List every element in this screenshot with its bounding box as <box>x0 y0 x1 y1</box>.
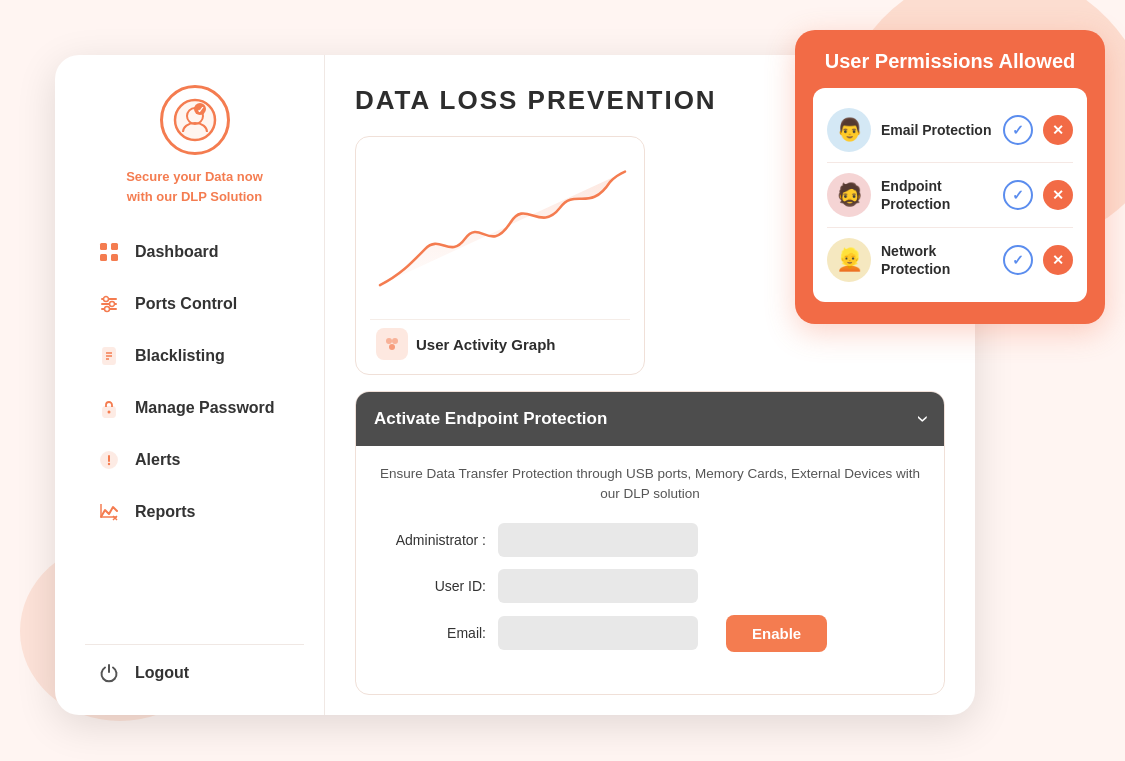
svg-point-28 <box>392 338 398 344</box>
sidebar-item-reports[interactable]: Reports <box>85 490 304 534</box>
avatar-network: 👱 <box>827 238 871 282</box>
svg-rect-7 <box>111 254 118 261</box>
endpoint-header-title: Activate Endpoint Protection <box>374 409 607 429</box>
endpoint-body: Ensure Data Transfer Protection through … <box>356 446 944 682</box>
lock-icon <box>97 396 121 420</box>
email-row: Email: Enable <box>376 615 924 652</box>
email-input[interactable] <box>498 616 698 650</box>
cross-network[interactable]: ✕ <box>1043 245 1073 275</box>
check-network[interactable]: ✓ <box>1003 245 1033 275</box>
graph-footer: User Activity Graph <box>370 319 630 364</box>
svg-rect-5 <box>111 243 118 250</box>
permission-row-network: 👱 Network Protection ✓ ✕ <box>827 228 1073 292</box>
perm-name-endpoint: Endpoint Protection <box>881 177 993 213</box>
sidebar-item-dashboard[interactable]: Dashboard <box>85 230 304 274</box>
user-id-row: User ID: <box>376 569 924 603</box>
check-endpoint[interactable]: ✓ <box>1003 180 1033 210</box>
graph-label: User Activity Graph <box>416 336 556 353</box>
endpoint-description: Ensure Data Transfer Protection through … <box>376 464 924 505</box>
sidebar-item-blacklisting[interactable]: Blacklisting <box>85 334 304 378</box>
perm-name-network: Network Protection <box>881 242 993 278</box>
administrator-label: Administrator : <box>376 532 486 548</box>
cross-email[interactable]: ✕ <box>1043 115 1073 145</box>
svg-point-11 <box>104 297 109 302</box>
sidebar-item-alerts[interactable]: Alerts <box>85 438 304 482</box>
user-id-label: User ID: <box>376 578 486 594</box>
avatar-endpoint: 🧔 <box>827 173 871 217</box>
logout-label: Logout <box>135 664 189 682</box>
chevron-down-icon: › <box>909 415 935 422</box>
sidebar-item-label-ports: Ports Control <box>135 295 237 313</box>
sidebar-item-label-alerts: Alerts <box>135 451 180 469</box>
svg-point-22 <box>108 463 110 465</box>
alert-icon <box>97 448 121 472</box>
graph-footer-icon <box>376 328 408 360</box>
sidebar-item-label-dashboard: Dashboard <box>135 243 219 261</box>
avatar-email: 👨 <box>827 108 871 152</box>
file-icon <box>97 344 121 368</box>
email-label: Email: <box>376 625 486 641</box>
sidebar-item-label-manage-password: Manage Password <box>135 399 275 417</box>
permission-row-email: 👨 Email Protection ✓ ✕ <box>827 98 1073 163</box>
sidebar: ✓ Secure your Data now with our DLP Solu… <box>55 55 325 715</box>
logo-icon: ✓ <box>160 85 230 155</box>
user-id-input[interactable] <box>498 569 698 603</box>
administrator-row: Administrator : <box>376 523 924 557</box>
chart-icon <box>97 500 121 524</box>
permissions-card: User Permissions Allowed 👨 Email Protect… <box>795 30 1105 324</box>
check-email[interactable]: ✓ <box>1003 115 1033 145</box>
svg-point-19 <box>108 411 111 414</box>
endpoint-header[interactable]: Activate Endpoint Protection › <box>356 392 944 446</box>
sidebar-item-ports[interactable]: Ports Control <box>85 282 304 326</box>
enable-button[interactable]: Enable <box>726 615 827 652</box>
graph-area <box>370 151 630 311</box>
permissions-title: User Permissions Allowed <box>813 48 1087 74</box>
permissions-inner: 👨 Email Protection ✓ ✕ 🧔 Endpoint Protec… <box>813 88 1087 302</box>
permission-row-endpoint: 🧔 Endpoint Protection ✓ ✕ <box>827 163 1073 228</box>
svg-point-13 <box>105 307 110 312</box>
logout-button[interactable]: Logout <box>85 644 304 695</box>
sliders-icon <box>97 292 121 316</box>
sidebar-item-manage-password[interactable]: Manage Password <box>85 386 304 430</box>
cross-endpoint[interactable]: ✕ <box>1043 180 1073 210</box>
svg-text:✓: ✓ <box>197 105 205 115</box>
svg-point-12 <box>110 302 115 307</box>
logo-text: Secure your Data now with our DLP Soluti… <box>126 167 263 206</box>
svg-rect-6 <box>100 254 107 261</box>
endpoint-card: Activate Endpoint Protection › Ensure Da… <box>355 391 945 695</box>
sidebar-item-label-blacklisting: Blacklisting <box>135 347 225 365</box>
nav-items: Dashboard Ports Control <box>85 230 304 636</box>
grid-icon <box>97 240 121 264</box>
logo-area: ✓ Secure your Data now with our DLP Solu… <box>85 85 304 206</box>
svg-point-27 <box>386 338 392 344</box>
graph-card: User Activity Graph <box>355 136 645 375</box>
perm-name-email: Email Protection <box>881 121 993 139</box>
power-icon <box>97 661 121 685</box>
svg-rect-4 <box>100 243 107 250</box>
svg-point-29 <box>389 344 395 350</box>
sidebar-item-label-reports: Reports <box>135 503 195 521</box>
administrator-input[interactable] <box>498 523 698 557</box>
